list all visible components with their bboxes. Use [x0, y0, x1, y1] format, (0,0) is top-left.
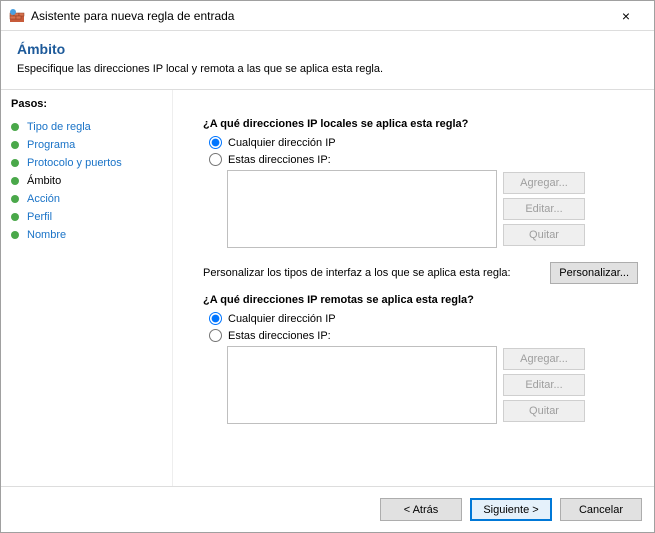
remote-ip-buttons: Agregar... Editar... Quitar — [503, 348, 585, 424]
step-bullet-icon — [11, 195, 19, 203]
page-subtitle: Especifique las direcciones IP local y r… — [17, 63, 638, 75]
local-any-ip-input[interactable] — [209, 136, 222, 149]
local-these-ip-input[interactable] — [209, 153, 222, 166]
remote-these-ip-radio[interactable]: Estas direcciones IP: — [209, 329, 638, 342]
local-ip-box: Agregar... Editar... Quitar — [227, 170, 638, 248]
personalize-button[interactable]: Personalizar... — [550, 262, 638, 284]
header: Ámbito Especifique las direcciones IP lo… — [1, 31, 654, 90]
close-button[interactable]: × — [606, 2, 646, 30]
next-button[interactable]: Siguiente > — [470, 498, 552, 521]
local-any-ip-label: Cualquier dirección IP — [228, 137, 336, 149]
firewall-icon — [9, 8, 25, 24]
cancel-button[interactable]: Cancelar — [560, 498, 642, 521]
step-bullet-icon — [11, 159, 19, 167]
step-bullet-icon — [11, 231, 19, 239]
remote-add-button[interactable]: Agregar... — [503, 348, 585, 370]
personalize-text: Personalizar los tipos de interfaz a los… — [203, 267, 540, 279]
step-label: Ámbito — [27, 175, 61, 187]
step-label: Nombre — [27, 229, 66, 241]
steps-sidebar: Pasos: Tipo de regla Programa Protocolo y … — [1, 90, 173, 486]
footer: < Atrás Siguiente > Cancelar — [1, 486, 654, 532]
remote-these-ip-label: Estas direcciones IP: — [228, 330, 331, 342]
remote-ip-box: Agregar... Editar... Quitar — [227, 346, 638, 424]
local-ip-question: ¿A qué direcciones IP locales se aplica … — [203, 118, 638, 130]
step-bullet-icon — [11, 141, 19, 149]
step-item[interactable]: Protocolo y puertos — [11, 154, 162, 172]
step-item[interactable]: Nombre — [11, 226, 162, 244]
remote-ip-list[interactable] — [227, 346, 497, 424]
local-edit-button[interactable]: Editar... — [503, 198, 585, 220]
remote-edit-button[interactable]: Editar... — [503, 374, 585, 396]
step-item[interactable]: Ámbito — [11, 172, 162, 190]
step-label: Perfil — [27, 211, 52, 223]
back-button[interactable]: < Atrás — [380, 498, 462, 521]
local-remove-button[interactable]: Quitar — [503, 224, 585, 246]
body: Pasos: Tipo de regla Programa Protocolo y … — [1, 90, 654, 486]
step-label: Acción — [27, 193, 60, 205]
step-label: Programa — [27, 139, 75, 151]
step-bullet-icon — [11, 177, 19, 185]
step-bullet-icon — [11, 213, 19, 221]
remote-these-ip-input[interactable] — [209, 329, 222, 342]
step-item[interactable]: Programa — [11, 136, 162, 154]
remote-any-ip-input[interactable] — [209, 312, 222, 325]
step-item[interactable]: Tipo de regla — [11, 118, 162, 136]
local-ip-buttons: Agregar... Editar... Quitar — [503, 172, 585, 248]
step-item[interactable]: Acción — [11, 190, 162, 208]
step-bullet-icon — [11, 123, 19, 131]
titlebar: Asistente para nueva regla de entrada × — [1, 1, 654, 31]
local-add-button[interactable]: Agregar... — [503, 172, 585, 194]
remote-any-ip-label: Cualquier dirección IP — [228, 313, 336, 325]
local-these-ip-radio[interactable]: Estas direcciones IP: — [209, 153, 638, 166]
steps-title: Pasos: — [11, 98, 162, 110]
step-label: Protocolo y puertos — [27, 157, 122, 169]
local-ip-list[interactable] — [227, 170, 497, 248]
window-title: Asistente para nueva regla de entrada — [31, 9, 606, 23]
personalize-row: Personalizar los tipos de interfaz a los… — [203, 262, 638, 284]
local-any-ip-radio[interactable]: Cualquier dirección IP — [209, 136, 638, 149]
remote-ip-question: ¿A qué direcciones IP remotas se aplica … — [203, 294, 638, 306]
page-title: Ámbito — [17, 41, 638, 57]
step-item[interactable]: Perfil — [11, 208, 162, 226]
main-panel: ¿A qué direcciones IP locales se aplica … — [173, 90, 654, 486]
local-these-ip-label: Estas direcciones IP: — [228, 154, 331, 166]
wizard-window: Asistente para nueva regla de entrada × … — [0, 0, 655, 533]
step-label: Tipo de regla — [27, 121, 91, 133]
remote-remove-button[interactable]: Quitar — [503, 400, 585, 422]
remote-any-ip-radio[interactable]: Cualquier dirección IP — [209, 312, 638, 325]
close-icon: × — [622, 8, 630, 24]
